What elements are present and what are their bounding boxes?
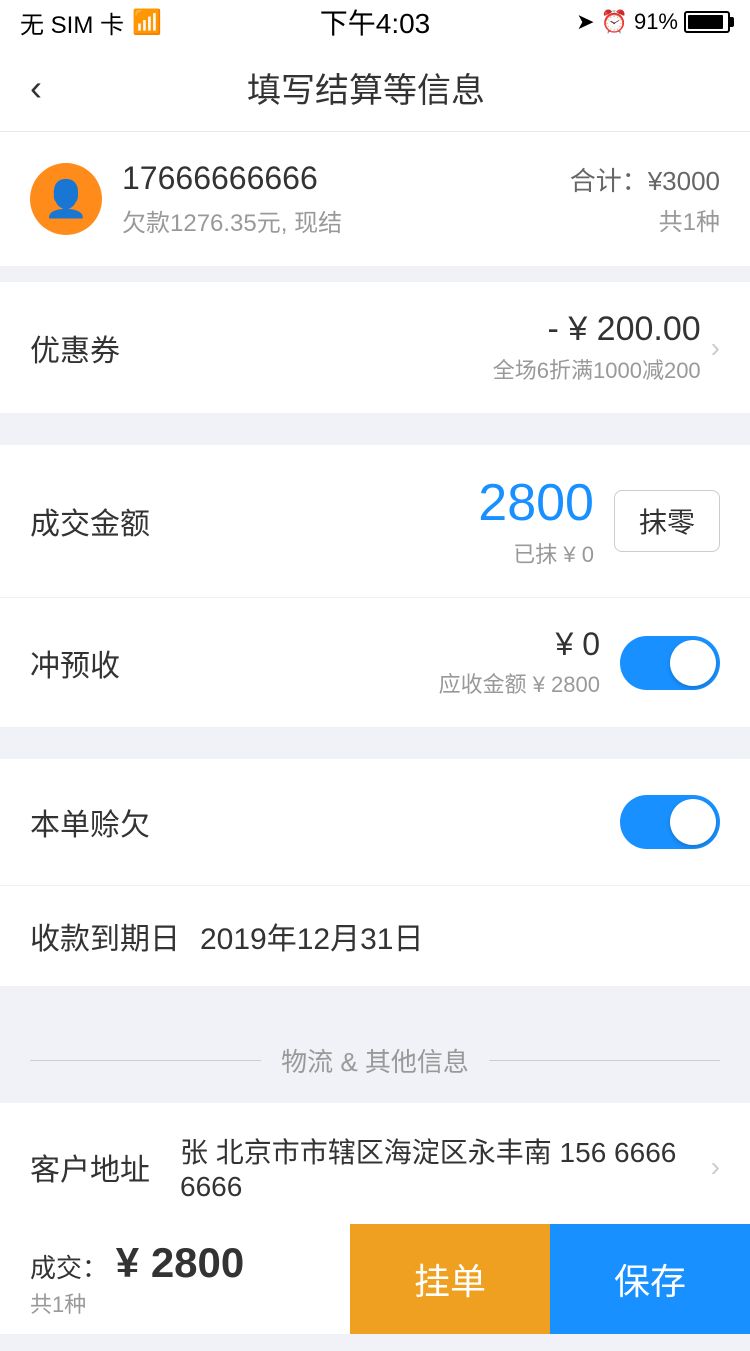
amount-right: 2800 已抹 ¥ 0 抹零 [478,473,720,569]
pending-label: 挂单 [414,1253,486,1305]
address-label: 客户地址 [30,1145,150,1189]
avatar-icon: 👤 [44,178,89,220]
content: 👤 17666666666 欠款1276.35元, 现结 合计：¥3000 共1… [0,132,750,1351]
bottom-summary: 成交： ¥ 2800 共1种 [0,1239,350,1319]
amount-sub: 已抹 ¥ 0 [478,537,594,569]
status-time: 下午4:03 [320,2,431,42]
coupon-amount: - ¥ 200.00 [493,310,701,349]
coupon-chevron-icon: › [711,332,720,364]
round-off-button[interactable]: 抹零 [614,490,720,552]
status-left: 无 SIM 卡 📶 [20,5,162,40]
bottom-title-row: 成交： ¥ 2800 [30,1239,320,1287]
page-title: 填写结算等信息 [62,63,670,112]
prepaid-right: ¥ 0 应收金额 ¥ 2800 [439,626,720,699]
bottom-amount: ¥ 2800 [116,1239,244,1286]
customer-debt: 欠款1276.35元, 现结 [122,203,342,238]
customer-info: 17666666666 欠款1276.35元, 现结 [122,160,342,238]
back-button[interactable]: ‹ [30,67,42,109]
coupon-right: - ¥ 200.00 全场6折满1000减200 › [493,310,720,385]
credit-row: 本单赊欠 [0,759,750,885]
prepaid-row: 冲预收 ¥ 0 应收金额 ¥ 2800 [0,597,750,727]
logistics-divider: 物流 & 其他信息 [0,1018,750,1103]
carrier-text: 无 SIM 卡 [20,5,124,40]
battery-icon [684,11,730,33]
amount-row: 成交金额 2800 已抹 ¥ 0 抹零 [0,445,750,597]
transaction-section: 成交金额 2800 已抹 ¥ 0 抹零 冲预收 ¥ 0 应收金额 ¥ 2800 [0,445,750,727]
pending-button[interactable]: 挂单 [350,1224,550,1334]
duedate-label: 收款到期日 [30,914,180,958]
wifi-icon: 📶 [132,8,162,37]
coupon-row[interactable]: 优惠券 - ¥ 200.00 全场6折满1000减200 › [0,282,750,413]
separator-3 [0,1002,750,1018]
customer-card: 👤 17666666666 欠款1276.35元, 现结 合计：¥3000 共1… [0,132,750,266]
coupon-info: - ¥ 200.00 全场6折满1000减200 [493,310,701,385]
bottom-bar: 成交： ¥ 2800 共1种 挂单 保存 [0,1224,750,1334]
separator-1 [0,429,750,445]
address-row[interactable]: 客户地址 张 北京市市辖区海淀区永丰南 156 6666 6666 › [0,1103,750,1231]
amount-label: 成交金额 [30,499,150,543]
address-value: 张 北京市市辖区海淀区永丰南 156 6666 6666 [180,1131,711,1203]
credit-label: 本单赊欠 [30,800,150,844]
credit-toggle-knob [670,799,716,845]
prepaid-amount: ¥ 0 [439,626,600,663]
customer-right: 合计：¥3000 共1种 [570,161,720,237]
total-label: 合计：¥3000 [570,161,720,198]
coupon-label: 优惠券 [30,326,120,370]
logistics-label: 物流 & 其他信息 [281,1042,469,1079]
toggle-knob [670,640,716,686]
duedate-value: 2019年12月31日 [200,914,423,958]
separator-2 [0,743,750,759]
prepaid-label: 冲预收 [30,641,120,685]
address-chevron-icon: › [711,1151,720,1183]
battery-percent: 91% [634,9,678,35]
amount-value: 2800 已抹 ¥ 0 [478,473,594,569]
customer-left: 👤 17666666666 欠款1276.35元, 现结 [30,160,342,238]
credit-toggle[interactable] [620,795,720,849]
divider-line-right [489,1060,720,1061]
alarm-icon: ⏰ [601,9,628,35]
location-icon: ➤ [576,9,594,35]
divider-line-left [30,1060,261,1061]
status-bar: 无 SIM 卡 📶 下午4:03 ➤ ⏰ 91% [0,0,750,44]
save-label: 保存 [614,1253,686,1305]
amount-number: 2800 [478,473,594,533]
bottom-count: 共1种 [30,1287,320,1319]
customer-phone: 17666666666 [122,160,342,197]
nav-bar: ‹ 填写结算等信息 [0,44,750,132]
credit-section: 本单赊欠 收款到期日 2019年12月31日 [0,759,750,986]
prepaid-toggle[interactable] [620,636,720,690]
status-right: ➤ ⏰ 91% [576,9,730,35]
avatar: 👤 [30,163,102,235]
bottom-title: 成交： [30,1253,108,1283]
prepaid-value: ¥ 0 应收金额 ¥ 2800 [439,626,600,699]
coupon-desc: 全场6折满1000减200 [493,353,701,385]
save-button[interactable]: 保存 [550,1224,750,1334]
prepaid-sub: 应收金额 ¥ 2800 [439,667,600,699]
duedate-row: 收款到期日 2019年12月31日 [0,885,750,986]
total-count: 共1种 [570,202,720,237]
